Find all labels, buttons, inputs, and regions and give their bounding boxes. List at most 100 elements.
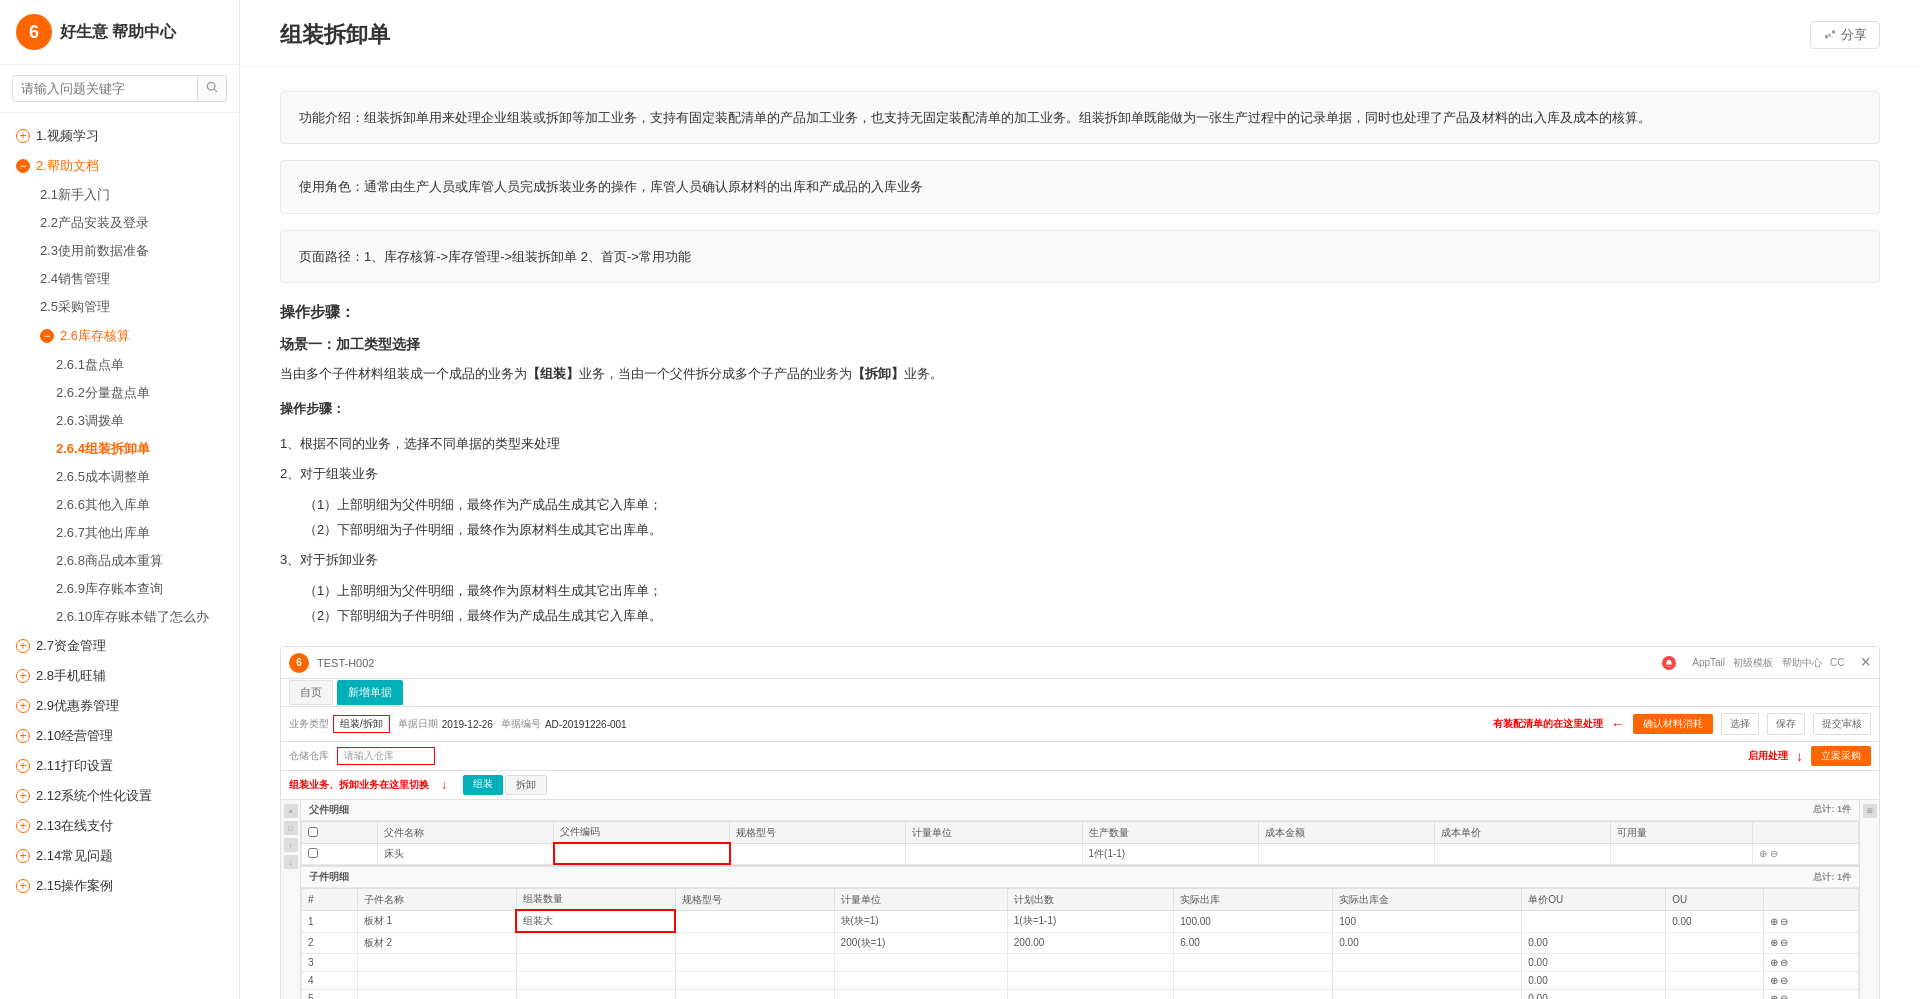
erp-close-icon[interactable]: ×	[1860, 652, 1871, 673]
bell-icon	[1665, 659, 1673, 667]
sub-step-3-1: （1）上部明细为父件明细，最终作为原材料生成其它出库单；	[280, 579, 1880, 604]
intro-block-1: 功能介绍：组装拆卸单用来处理企业组装或拆卸等加工业务，支持有固定装配清单的产品加…	[280, 91, 1880, 144]
erp-right-icon-1: ⊞	[1863, 804, 1877, 818]
nav-item-s6-9[interactable]: 2.6.9库存账本查询	[48, 575, 239, 603]
annotation-enable: 启用处理	[1748, 749, 1788, 763]
nav-group-docs[interactable]: − 2.帮助文档	[0, 151, 239, 181]
ops-steps-label: 操作步骤：	[280, 397, 1880, 422]
nav-item-s6-8[interactable]: 2.6.8商品成本重算	[48, 547, 239, 575]
erp-btn-confirm[interactable]: 确认材料消耗	[1633, 714, 1713, 734]
page-title: 组装拆卸单	[280, 20, 390, 50]
nav-item-s2[interactable]: 2.2产品安装及登录	[32, 209, 239, 237]
bth-actual: 实际出库	[1174, 889, 1333, 911]
erp-type-assemble[interactable]: 组装	[463, 775, 503, 795]
erp-top-section-label: 父件明细 总计: 1件	[301, 800, 1859, 821]
nav-item-s3[interactable]: 2.3使用前数据准备	[32, 237, 239, 265]
plus-icon4: +	[16, 669, 30, 683]
select-all-checkbox[interactable]	[308, 827, 318, 837]
plus-icon6: +	[16, 729, 30, 743]
sub-step-2-2: （2）下部明细为子件明细，最终作为原材料生成其它出库单。	[280, 518, 1880, 543]
nav-item-s6-5[interactable]: 2.6.5成本调整单	[48, 463, 239, 491]
erp-tab-home[interactable]: 自页	[289, 680, 333, 705]
arrow-icon2: ↓	[1796, 748, 1803, 764]
nav-item-s5[interactable]: 2.5采购管理	[32, 293, 239, 321]
erp-btn-save2[interactable]: 立案采购	[1811, 746, 1871, 766]
erp-icon-2: □	[284, 821, 298, 835]
nav-group-g11[interactable]: + 2.15操作案例	[0, 871, 239, 901]
search-button[interactable]	[198, 75, 227, 102]
bth-amount: 实际出库金	[1333, 889, 1522, 911]
intro-block-2: 使用角色：通常由生产人员或库管人员完成拆装业务的操作，库管人员确认原材料的出库和…	[280, 160, 1880, 213]
nav-group-g6[interactable]: + 2.10经营管理	[0, 721, 239, 751]
erp-bottom-row-5: 5 0.00⊕ ⊖	[302, 989, 1859, 999]
plus-icon: +	[16, 129, 30, 143]
th-available: 可用量	[1610, 822, 1753, 844]
step-1: 1、根据不同的业务，选择不同单据的类型来处理	[280, 432, 1880, 457]
bth-action	[1763, 889, 1858, 911]
erp-btn-submit[interactable]: 提交审核	[1813, 713, 1871, 735]
erp-btn-save[interactable]: 保存	[1767, 713, 1805, 735]
erp-simulation: 6 TEST-H002 AppTail 初级模板 帮助中心 CC × 自页 新增…	[281, 647, 1879, 999]
minus-icon: −	[16, 159, 30, 173]
erp-toolbar: 业务类型 组装/拆卸 单据日期 2019-12-26 单据编号 AD-20191…	[281, 707, 1879, 742]
erp-warehouse-field[interactable]: 请输入仓库	[337, 747, 435, 765]
erp-tabs: 自页 新增单据	[281, 679, 1879, 707]
th-qty: 生产数量	[1082, 822, 1258, 844]
nav-sub-docs: 2.1新手入门 2.2产品安装及登录 2.3使用前数据准备 2.4销售管理 2.…	[0, 181, 239, 631]
share-button[interactable]: 分享	[1810, 21, 1880, 49]
logo-area: 6 好生意 帮助中心	[0, 0, 239, 65]
erp-type-selector[interactable]: 组装/拆卸	[333, 715, 390, 733]
svg-point-0	[207, 82, 215, 90]
nav-item-s4[interactable]: 2.4销售管理	[32, 265, 239, 293]
erp-logo: 6	[289, 653, 309, 673]
nav-sub-inventory: 2.6.1盘点单 2.6.2分量盘点单 2.6.3调拨单 2.6.4组装拆卸单 …	[32, 351, 239, 631]
page-header: 组装拆卸单 分享	[240, 0, 1920, 67]
row-checkbox-1[interactable]	[308, 848, 318, 858]
bth-no: #	[302, 889, 358, 911]
content-body: 功能介绍：组装拆卸单用来处理企业组装或拆卸等加工业务，支持有固定装配清单的产品加…	[240, 67, 1920, 999]
nav-group-g5[interactable]: + 2.9优惠券管理	[0, 691, 239, 721]
nav-item-s6[interactable]: − 2.6库存核算	[32, 321, 239, 351]
nav-group-g4[interactable]: + 2.8手机旺辅	[0, 661, 239, 691]
search-input[interactable]	[12, 75, 198, 102]
plus-icon11: +	[16, 879, 30, 893]
nav-item-s6-2[interactable]: 2.6.2分量盘点单	[48, 379, 239, 407]
nav-group-g10[interactable]: + 2.14常见问题	[0, 841, 239, 871]
plus-icon5: +	[16, 699, 30, 713]
erp-field-orderno: 单据编号 AD-20191226-001	[501, 717, 627, 731]
step-2: 2、对于组装业务	[280, 462, 1880, 487]
erp-main-area: ≡ □ ↑ ↓ 父件明细 总计: 1件	[281, 800, 1879, 999]
erp-bottom-row-2: 2 板材 2 200(块=1) 200.00 6.00 0.00 0.00	[302, 932, 1859, 953]
erp-field-date: 单据日期 2019-12-26	[398, 717, 493, 731]
erp-type-disassemble[interactable]: 拆卸	[505, 775, 547, 795]
plus-icon10: +	[16, 849, 30, 863]
nav-item-s6-3[interactable]: 2.6.3调拨单	[48, 407, 239, 435]
app-title: 好生意 帮助中心	[60, 22, 176, 43]
bth-name: 子件名称	[357, 889, 516, 911]
nav-item-s6-1[interactable]: 2.6.1盘点单	[48, 351, 239, 379]
nav-item-s1[interactable]: 2.1新手入门	[32, 181, 239, 209]
nav-group-g9[interactable]: + 2.13在线支付	[0, 811, 239, 841]
bth-assemble-qty: 组装数量	[516, 889, 675, 911]
sub-step-3-2: （2）下部明细为子件明细，最终作为产成品生成其它入库单。	[280, 604, 1880, 629]
erp-icon-3: ↑	[284, 838, 298, 852]
nav-item-s6-10[interactable]: 2.6.10库存账本错了怎么办	[48, 603, 239, 631]
nav-group-g3[interactable]: + 2.7资金管理	[0, 631, 239, 661]
erp-topbar-items: AppTail 初级模板 帮助中心 CC	[1692, 656, 1844, 670]
nav-group-g7[interactable]: + 2.11打印设置	[0, 751, 239, 781]
sidebar: 6 好生意 帮助中心 + 1.视频学习 − 2.帮助文档 2.1新手入门	[0, 0, 240, 999]
ops-title: 操作步骤：	[280, 303, 1880, 322]
th-action	[1753, 822, 1859, 844]
nav-item-s6-7[interactable]: 2.6.7其他出库单	[48, 519, 239, 547]
erp-top-table: 父件名称 父件编码 规格型号 计量单位 生产数量 成本金额 成本单价 可用量	[301, 821, 1859, 865]
erp-toolbar-row2: 仓储仓库 请输入仓库 启用处理 ↓ 立案采购	[281, 742, 1879, 771]
nav-item-s6-6[interactable]: 2.6.6其他入库单	[48, 491, 239, 519]
erp-tab-new[interactable]: 新增单据	[337, 680, 403, 705]
nav-group-g8[interactable]: + 2.12系统个性化设置	[0, 781, 239, 811]
erp-table-area: 父件明细 总计: 1件 父件名称 父件编码 规格型号	[301, 800, 1859, 999]
nav-group-video[interactable]: + 1.视频学习	[0, 121, 239, 151]
erp-btn-select[interactable]: 选择	[1721, 713, 1759, 735]
th-checkbox	[302, 822, 378, 844]
nav-item-s6-4[interactable]: 2.6.4组装拆卸单	[48, 435, 239, 463]
erp-bottom-row-1: 1 板材 1 组装大 块(块=1) 1(块=1-1) 100.00 100	[302, 910, 1859, 932]
